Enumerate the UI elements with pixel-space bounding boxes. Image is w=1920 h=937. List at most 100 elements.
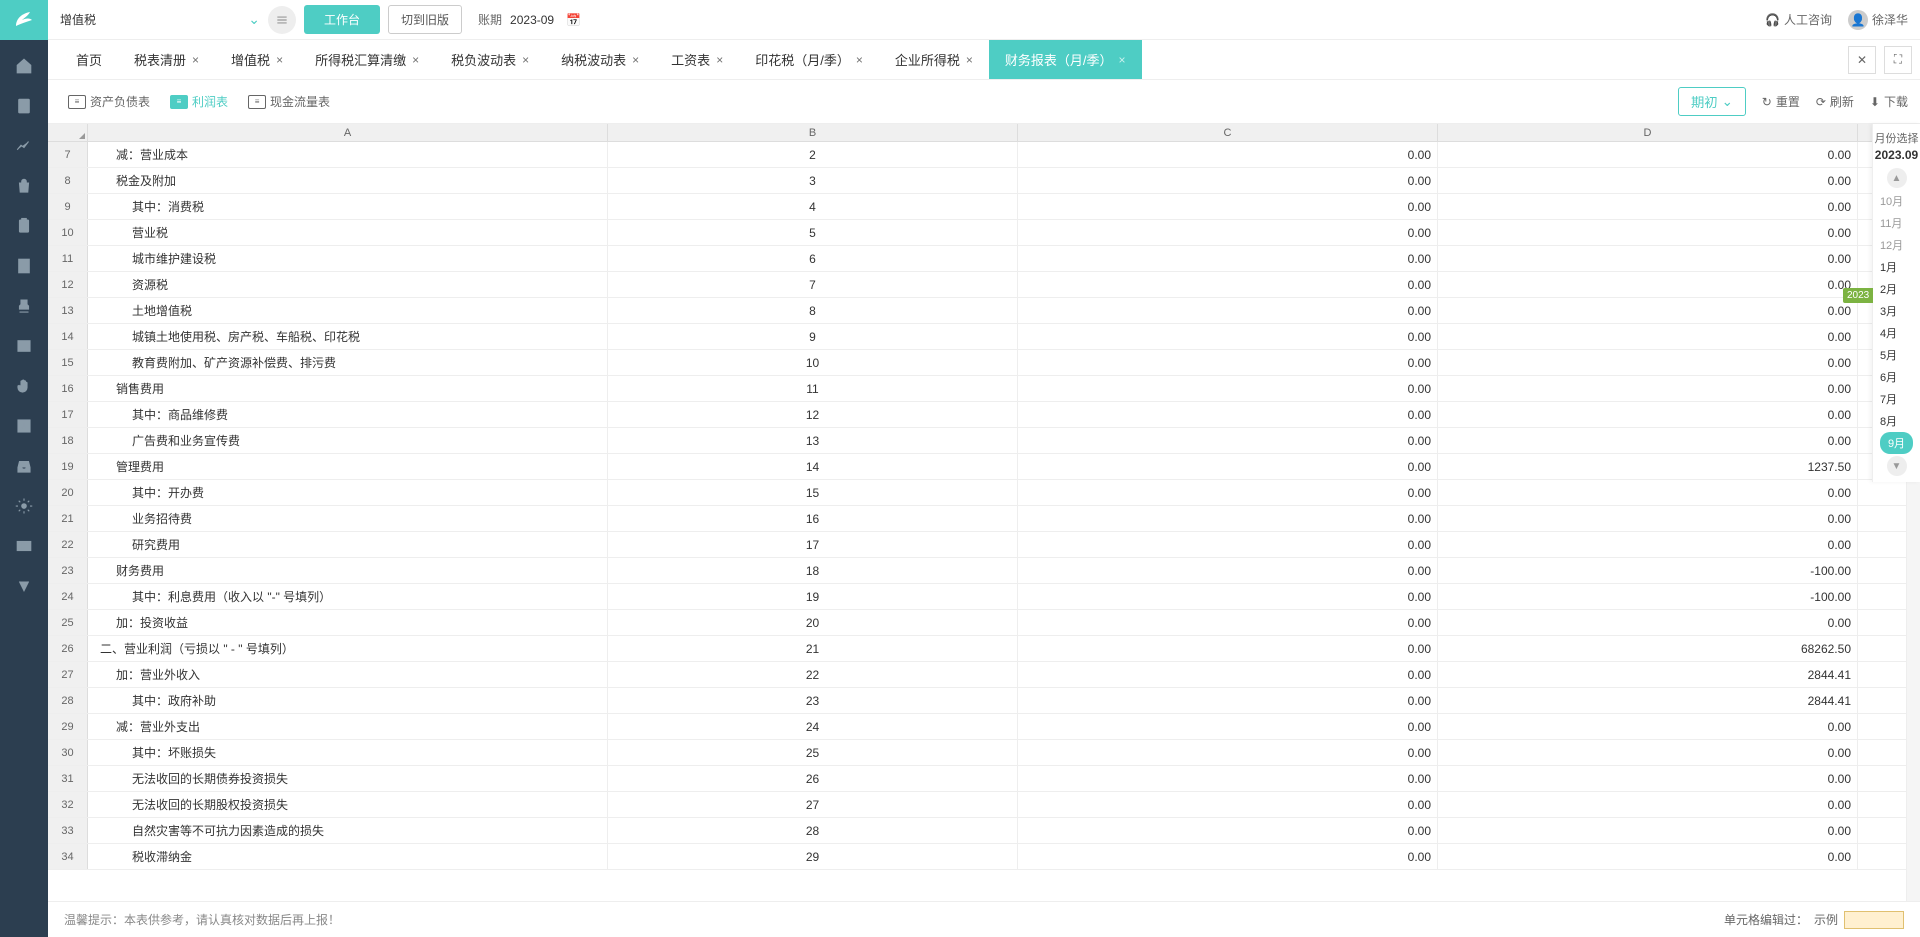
row-number[interactable]: 15 — [48, 350, 88, 375]
cell[interactable]: 23 — [608, 688, 1018, 713]
tab-item[interactable]: 税负波动表× — [435, 40, 545, 79]
stamp-icon[interactable] — [14, 296, 34, 316]
cell[interactable]: 税收滞纳金 — [88, 844, 608, 869]
cell[interactable]: 2844.41 — [1438, 688, 1858, 713]
cell[interactable]: 24 — [608, 714, 1018, 739]
row-number[interactable]: 33 — [48, 818, 88, 843]
row-number[interactable]: 9 — [48, 194, 88, 219]
cell[interactable]: 29 — [608, 844, 1018, 869]
download-button[interactable]: ⬇下载 — [1870, 93, 1908, 110]
col-header-a[interactable]: A — [88, 124, 608, 141]
row-number[interactable]: 14 — [48, 324, 88, 349]
fullscreen-icon[interactable]: ⛶ — [1884, 46, 1912, 74]
refresh-button[interactable]: ⟳刷新 — [1816, 93, 1854, 110]
cell[interactable]: 3 — [608, 168, 1018, 193]
calc-icon[interactable] — [14, 256, 34, 276]
cell[interactable]: 0.00 — [1018, 376, 1438, 401]
cell[interactable]: 0.00 — [1018, 194, 1438, 219]
row-number[interactable]: 27 — [48, 662, 88, 687]
cell[interactable]: 其中：商品维修费 — [88, 402, 608, 427]
cell[interactable]: 广告费和业务宣传费 — [88, 428, 608, 453]
cell[interactable]: 18 — [608, 558, 1018, 583]
cell[interactable]: 0.00 — [1438, 506, 1858, 531]
tab-item[interactable]: 纳税波动表× — [545, 40, 655, 79]
row-number[interactable]: 22 — [48, 532, 88, 557]
month-item[interactable]: 1月 — [1880, 256, 1913, 278]
month-item[interactable]: 3月 — [1880, 300, 1913, 322]
cell[interactable]: 0.00 — [1018, 298, 1438, 323]
cell[interactable]: 0.00 — [1018, 272, 1438, 297]
tab-item[interactable]: 首页 — [60, 40, 118, 79]
close-icon[interactable]: × — [522, 53, 529, 67]
month-prev-icon[interactable]: ▲ — [1887, 168, 1907, 188]
cell[interactable]: 5 — [608, 220, 1018, 245]
cell[interactable]: 城市维护建设税 — [88, 246, 608, 271]
cell[interactable]: 0.00 — [1018, 454, 1438, 479]
cell[interactable]: 0.00 — [1438, 194, 1858, 219]
month-next-icon[interactable]: ▼ — [1887, 456, 1907, 476]
cell[interactable]: 0.00 — [1018, 584, 1438, 609]
cell[interactable]: 0.00 — [1018, 402, 1438, 427]
cell[interactable]: 22 — [608, 662, 1018, 687]
select-all-corner[interactable] — [48, 124, 88, 141]
cell[interactable]: 0.00 — [1018, 792, 1438, 817]
row-number[interactable]: 13 — [48, 298, 88, 323]
cell[interactable]: 28 — [608, 818, 1018, 843]
cell[interactable]: 0.00 — [1018, 558, 1438, 583]
close-icon[interactable]: × — [966, 53, 973, 67]
reset-button[interactable]: ↻重置 — [1762, 93, 1800, 110]
row-number[interactable]: 32 — [48, 792, 88, 817]
cell[interactable]: 0.00 — [1438, 532, 1858, 557]
cell[interactable]: 0.00 — [1438, 246, 1858, 271]
chart-icon[interactable] — [14, 136, 34, 156]
workbench-button[interactable]: 工作台 — [304, 5, 380, 34]
row-number[interactable]: 11 — [48, 246, 88, 271]
switch-old-button[interactable]: 切到旧版 — [388, 5, 462, 34]
cell[interactable]: 7 — [608, 272, 1018, 297]
cell[interactable]: 0.00 — [1018, 220, 1438, 245]
cell[interactable]: 0.00 — [1438, 610, 1858, 635]
cell[interactable]: 1237.50 — [1438, 454, 1858, 479]
cell[interactable]: 16 — [608, 506, 1018, 531]
cell[interactable]: 0.00 — [1438, 272, 1858, 297]
cell[interactable]: 其中：坏账损失 — [88, 740, 608, 765]
cell[interactable]: -100.00 — [1438, 584, 1858, 609]
tab-item[interactable]: 企业所得税× — [879, 40, 989, 79]
cell[interactable]: 12 — [608, 402, 1018, 427]
row-number[interactable]: 16 — [48, 376, 88, 401]
cell[interactable]: 研究费用 — [88, 532, 608, 557]
cell[interactable]: 0.00 — [1018, 844, 1438, 869]
cell[interactable]: 0.00 — [1018, 480, 1438, 505]
user-menu[interactable]: 👤 徐泽华 — [1848, 10, 1908, 30]
row-number[interactable]: 34 — [48, 844, 88, 869]
row-number[interactable]: 12 — [48, 272, 88, 297]
tab-item[interactable]: 增值税× — [215, 40, 299, 79]
cell[interactable]: 20 — [608, 610, 1018, 635]
bag-icon[interactable] — [14, 176, 34, 196]
close-icon[interactable]: × — [412, 53, 419, 67]
cell[interactable]: 13 — [608, 428, 1018, 453]
cell[interactable]: 销售费用 — [88, 376, 608, 401]
tax-type-dropdown[interactable]: 增值税 ⌄ — [60, 11, 260, 28]
hand-icon[interactable] — [14, 376, 34, 396]
row-number[interactable]: 18 — [48, 428, 88, 453]
cell[interactable]: 0.00 — [1018, 428, 1438, 453]
row-number[interactable]: 23 — [48, 558, 88, 583]
app-logo[interactable] — [0, 0, 48, 40]
cell[interactable]: 0.00 — [1438, 792, 1858, 817]
cell[interactable]: 管理费用 — [88, 454, 608, 479]
cell[interactable]: 0.00 — [1018, 740, 1438, 765]
cell[interactable]: 0.00 — [1438, 818, 1858, 843]
doc-icon[interactable] — [14, 96, 34, 116]
cell[interactable]: 25 — [608, 740, 1018, 765]
inbox-icon[interactable] — [14, 456, 34, 476]
cell[interactable]: 26 — [608, 766, 1018, 791]
cell[interactable]: 业务招待费 — [88, 506, 608, 531]
tab-item[interactable]: 印花税（月/季）× — [739, 40, 879, 79]
v-icon[interactable] — [14, 576, 34, 596]
col-header-c[interactable]: C — [1018, 124, 1438, 141]
cell[interactable]: 二、营业利润（亏损以 " - " 号填列） — [88, 636, 608, 661]
month-item[interactable]: 2月 — [1880, 278, 1913, 300]
month-item[interactable]: 7月 — [1880, 388, 1913, 410]
cell[interactable]: 0.00 — [1438, 350, 1858, 375]
